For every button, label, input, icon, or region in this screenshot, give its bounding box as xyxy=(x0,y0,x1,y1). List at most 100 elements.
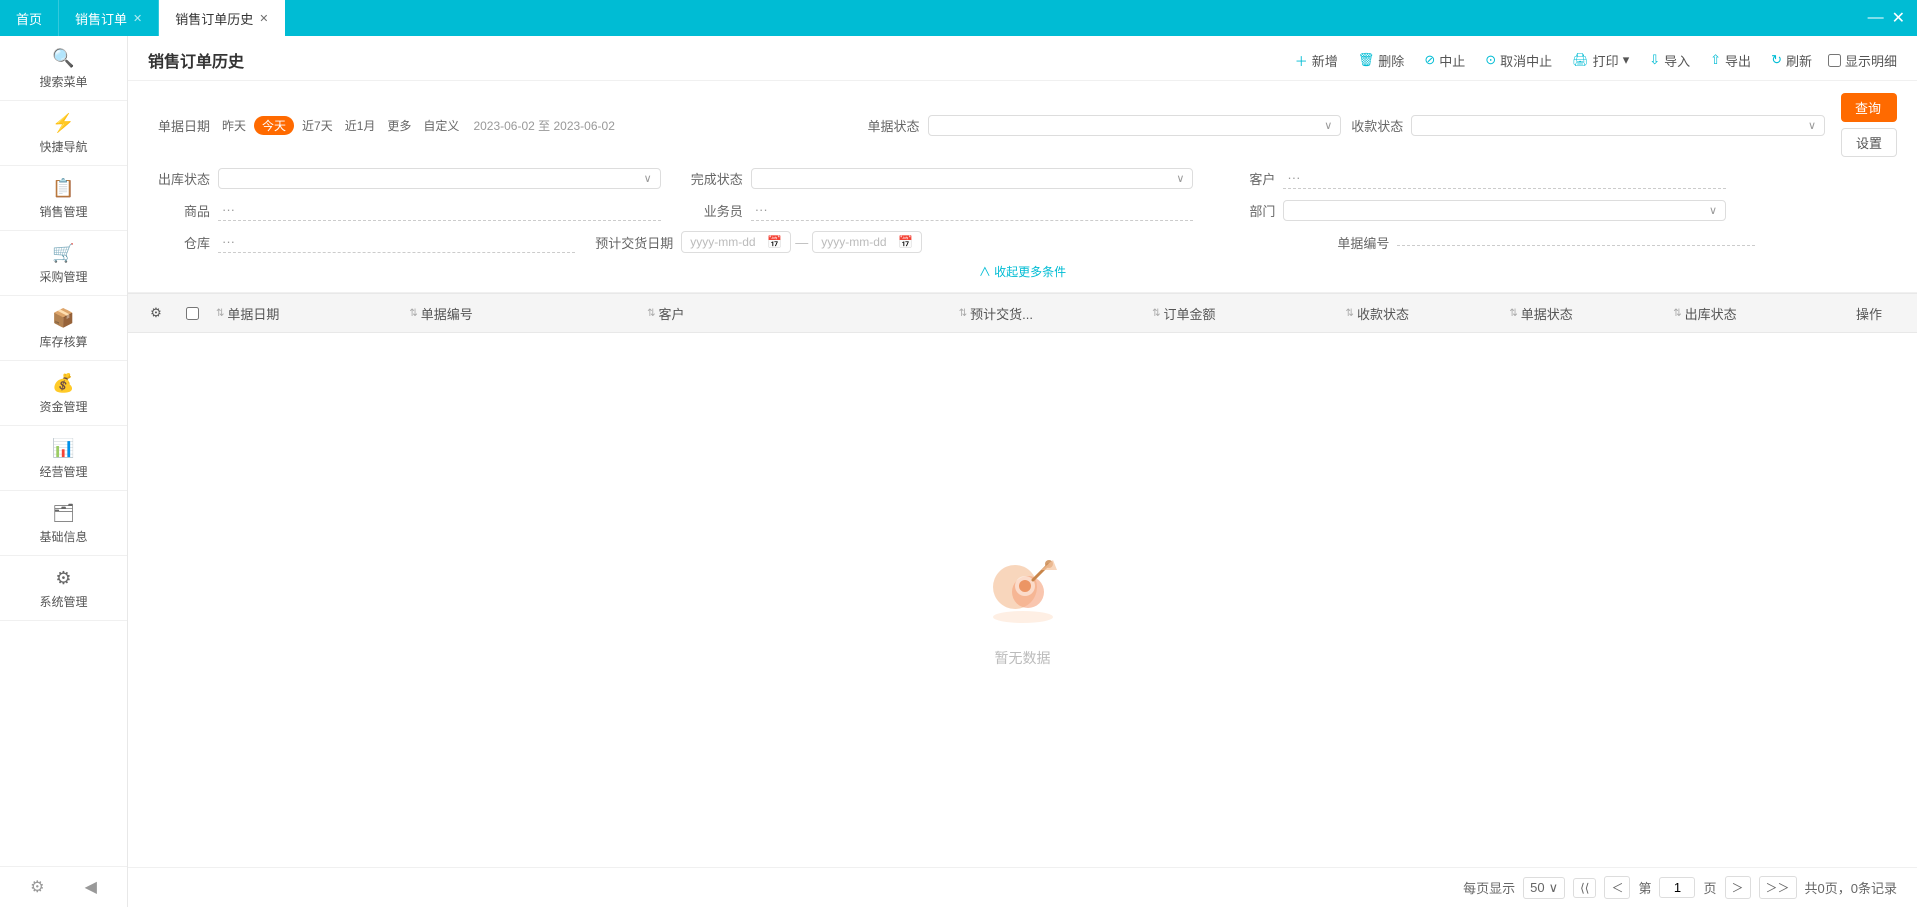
refresh-button[interactable]: ↻ 刷新 xyxy=(1767,49,1816,72)
print-label: 打印 xyxy=(1593,51,1619,70)
th-settings[interactable]: ⚙ xyxy=(136,305,176,321)
stop-button[interactable]: ⊘ 中止 xyxy=(1420,49,1469,72)
sidebar-item-purchase-mgmt[interactable]: 🛒 采购管理 xyxy=(0,231,127,296)
print-button[interactable]: 🖨 打印 ▾ xyxy=(1568,49,1633,72)
collapse-filter-btn[interactable]: ∧ 收起更多条件 xyxy=(148,263,1897,280)
th-order-status-label: 单据状态 xyxy=(1521,304,1573,323)
table-footer: 每页显示 50 ∨ ⟨⟨ ＜ 第 页 ＞ ＞＞ 共0页，0条记录 xyxy=(128,867,1917,907)
date-btn-1month[interactable]: 近1月 xyxy=(341,116,380,135)
th-payment[interactable]: ⇅ 收款状态 xyxy=(1338,304,1502,323)
sort-date-icon: ⇅ xyxy=(216,308,224,319)
filter-payment-status-item: 收款状态 ∨ xyxy=(1341,115,1825,136)
th-order-status[interactable]: ⇅ 单据状态 xyxy=(1501,304,1665,323)
order-status-chevron: ∨ xyxy=(1324,119,1332,132)
refresh-icon: ↻ xyxy=(1771,52,1782,68)
th-out-status-label: 出库状态 xyxy=(1685,304,1737,323)
salesperson-input[interactable]: ··· xyxy=(751,199,1194,221)
goods-input[interactable]: ··· xyxy=(218,199,661,221)
complete-status-chevron: ∨ xyxy=(1176,172,1184,185)
expected-date-to[interactable]: yyyy-mm-dd 📅 xyxy=(812,231,922,253)
collapse-sidebar-icon[interactable]: ◀ xyxy=(85,877,97,897)
payment-status-chevron: ∨ xyxy=(1808,119,1816,132)
order-no-input[interactable] xyxy=(1397,239,1754,246)
tab-home[interactable]: 首页 xyxy=(0,0,59,36)
close-window-icon[interactable]: ✕ xyxy=(1892,8,1905,28)
date-btn-custom[interactable]: 自定义 xyxy=(419,116,463,135)
select-all-checkbox[interactable] xyxy=(186,307,199,320)
sidebar-search[interactable]: 🔍 搜索菜单 xyxy=(0,36,127,101)
order-status-label: 单据状态 xyxy=(858,116,928,135)
filter-order-no-item: 单据编号 xyxy=(1327,233,1754,252)
th-amount-label: 订单金额 xyxy=(1164,304,1216,323)
current-page-input[interactable] xyxy=(1659,877,1695,898)
sidebar-item-sys-mgmt[interactable]: ⚙ 系统管理 xyxy=(0,556,127,621)
display-detail-checkbox-label[interactable]: 显示明细 xyxy=(1828,51,1897,70)
date-btn-today[interactable]: 今天 xyxy=(254,116,294,135)
th-delivery[interactable]: ⇅ 预计交货... xyxy=(951,304,1144,323)
cancel-stop-label: 取消中止 xyxy=(1500,51,1552,70)
sidebar-item-sales-mgmt-label: 销售管理 xyxy=(39,203,87,220)
delete-label: 删除 xyxy=(1378,51,1404,70)
complete-status-select[interactable]: ∨ xyxy=(751,168,1194,189)
query-settings-buttons: 查询 设置 xyxy=(1841,93,1897,157)
sales-mgmt-icon: 📋 xyxy=(52,178,74,199)
table-area: ⚙ ⇅ 单据日期 ⇅ 单据编号 ⇅ 客户 ⇅ xyxy=(128,293,1917,867)
next-page-button[interactable]: ＞ xyxy=(1725,876,1751,899)
th-date[interactable]: ⇅ 单据日期 xyxy=(208,304,401,323)
tab-sales-order[interactable]: 销售订单 ✕ xyxy=(59,0,159,36)
tab-sales-order-label: 销售订单 xyxy=(75,9,127,28)
dept-select[interactable]: ∨ xyxy=(1283,200,1726,221)
window-controls: — ✕ xyxy=(1856,0,1917,36)
sort-no-icon: ⇅ xyxy=(409,308,417,319)
sidebar-item-inventory[interactable]: 📦 库存核算 xyxy=(0,296,127,361)
th-customer[interactable]: ⇅ 客户 xyxy=(639,304,951,323)
th-amount[interactable]: ⇅ 订单金额 xyxy=(1144,304,1337,323)
sidebar-item-finance-label: 资金管理 xyxy=(39,398,87,415)
last-page-button[interactable]: ＞＞ xyxy=(1759,876,1797,899)
th-customer-label: 客户 xyxy=(659,304,685,323)
tab-sales-order-history-close[interactable]: ✕ xyxy=(259,12,268,25)
filter-goods-item: 商品 ··· xyxy=(148,199,661,221)
sidebar-item-base-info[interactable]: 🗂 基础信息 xyxy=(0,491,127,556)
calendar-to-icon: 📅 xyxy=(898,235,913,249)
stop-label: 中止 xyxy=(1439,51,1465,70)
sidebar-item-sales-mgmt[interactable]: 📋 销售管理 xyxy=(0,166,127,231)
import-icon: ⇩ xyxy=(1649,52,1660,68)
display-detail-checkbox[interactable] xyxy=(1828,54,1841,67)
date-btn-yesterday[interactable]: 昨天 xyxy=(218,116,250,135)
new-button[interactable]: ＋ 新增 xyxy=(1291,49,1342,72)
order-status-select[interactable]: ∨ xyxy=(928,115,1342,136)
first-page-button[interactable]: ⟨⟨ xyxy=(1573,878,1596,898)
sidebar-item-operations[interactable]: 📊 经营管理 xyxy=(0,426,127,491)
purchase-mgmt-icon: 🛒 xyxy=(52,243,74,264)
delete-button[interactable]: 🗑 删除 xyxy=(1354,49,1409,72)
page-suffix: 页 xyxy=(1703,878,1716,897)
minimize-icon[interactable]: — xyxy=(1868,9,1884,27)
prev-page-button[interactable]: ＜ xyxy=(1604,876,1630,899)
sidebar-item-quick-nav[interactable]: ⚡ 快捷导航 xyxy=(0,101,127,166)
payment-status-select[interactable]: ∨ xyxy=(1411,115,1825,136)
settings-button[interactable]: 设置 xyxy=(1841,128,1897,157)
out-status-select[interactable]: ∨ xyxy=(218,168,661,189)
filter-row-2: 出库状态 ∨ 完成状态 ∨ 客户 ··· xyxy=(148,167,1897,189)
export-button[interactable]: ⇧ 导出 xyxy=(1706,49,1755,72)
search-icon: 🔍 xyxy=(52,48,74,69)
query-button[interactable]: 查询 xyxy=(1841,93,1897,122)
th-payment-label: 收款状态 xyxy=(1357,304,1409,323)
customer-input[interactable]: ··· xyxy=(1283,167,1726,189)
th-no[interactable]: ⇅ 单据编号 xyxy=(401,304,639,323)
import-button[interactable]: ⇩ 导入 xyxy=(1645,49,1694,72)
th-out-status[interactable]: ⇅ 出库状态 xyxy=(1665,304,1829,323)
page-size-select[interactable]: 50 ∨ xyxy=(1523,877,1565,899)
th-check[interactable] xyxy=(176,307,208,320)
warehouse-input[interactable]: ··· xyxy=(218,231,575,253)
tab-sales-order-close[interactable]: ✕ xyxy=(133,12,142,25)
sidebar-item-finance[interactable]: 💰 资金管理 xyxy=(0,361,127,426)
expected-date-from[interactable]: yyyy-mm-dd 📅 xyxy=(681,231,791,253)
sidebar-item-purchase-mgmt-label: 采购管理 xyxy=(39,268,87,285)
cancel-stop-button[interactable]: ⊙ 取消中止 xyxy=(1481,49,1556,72)
date-btn-more[interactable]: 更多 xyxy=(383,116,415,135)
tab-sales-order-history[interactable]: 销售订单历史 ✕ xyxy=(159,0,285,36)
date-btn-7days[interactable]: 近7天 xyxy=(298,116,337,135)
settings-bottom-icon[interactable]: ⚙ xyxy=(30,877,44,897)
